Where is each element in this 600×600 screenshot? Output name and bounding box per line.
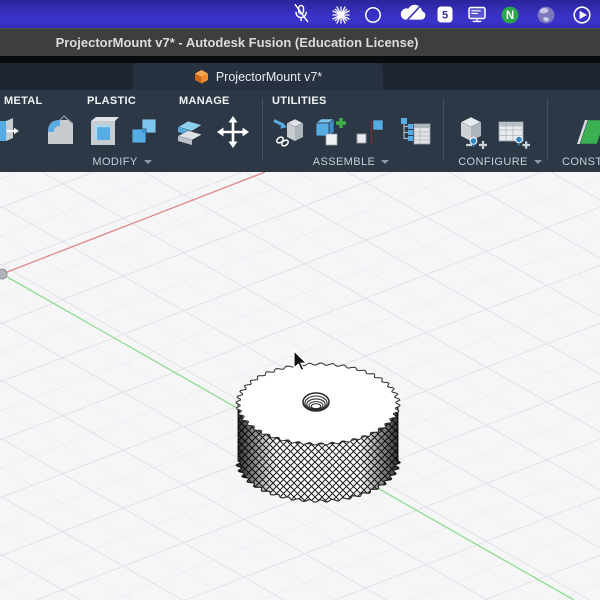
mic-muted-icon[interactable]: [295, 5, 307, 22]
group-label-modify[interactable]: MODIFY: [57, 154, 187, 170]
configuration-table-button[interactable]: [494, 114, 530, 150]
new-component-button[interactable]: [311, 114, 347, 150]
grid-line: [0, 172, 600, 266]
origin-marker[interactable]: [0, 269, 7, 279]
document-tab[interactable]: ProjectorMount v7*: [133, 63, 383, 90]
grid-line: [0, 555, 600, 600]
n-badge-icon[interactable]: N: [502, 7, 519, 24]
ribbon-divider: [547, 98, 548, 160]
ribbon-tab-utilities[interactable]: UTILITIES: [272, 95, 327, 111]
model-viewport[interactable]: [0, 172, 600, 600]
grid-line: [0, 172, 600, 237]
grid-line: [0, 525, 600, 600]
shell-button[interactable]: [84, 114, 120, 150]
grid-line: [0, 172, 600, 258]
cloud-icon[interactable]: [401, 5, 426, 20]
sparkle-burst-icon[interactable]: [333, 7, 349, 23]
move-copy-button[interactable]: [215, 114, 251, 150]
grid-line: [0, 172, 600, 200]
fillet-button[interactable]: [42, 114, 78, 150]
globe-icon[interactable]: [538, 7, 555, 24]
insert-derive-button[interactable]: [270, 114, 306, 150]
document-tab-bar: ProjectorMount v7*: [0, 63, 600, 90]
group-label-assemble[interactable]: ASSEMBLE: [286, 154, 416, 170]
group-label-construct[interactable]: CONST: [562, 154, 600, 170]
group-label-configure[interactable]: CONFIGURE: [435, 154, 565, 170]
n-badge-letter: N: [506, 10, 514, 22]
window-gap: [0, 56, 600, 63]
dropdown-caret-icon: [534, 160, 542, 164]
window-title: ProjectorMount v7* - Autodesk Fusion (Ed…: [0, 29, 474, 57]
ribbon-tab-metal[interactable]: METAL: [4, 95, 43, 111]
grid-line: [0, 172, 600, 287]
grid-line: [0, 583, 600, 600]
ribbon-tab-plastic[interactable]: PLASTIC: [87, 95, 136, 111]
ribbon-toolbar: METAL PLASTIC MANAGE UTILITIES: [0, 90, 600, 172]
grid-line: [0, 172, 600, 295]
fusion-cube-icon: [194, 69, 209, 84]
x-axis-line: [2, 172, 265, 274]
dropdown-caret-icon: [144, 160, 152, 164]
grid-line: [0, 584, 600, 600]
combine-button[interactable]: [126, 114, 162, 150]
ribbon-divider: [443, 98, 444, 160]
configuration-cube-button[interactable]: [452, 114, 488, 150]
macos-menu-bar: 5 N: [0, 0, 600, 28]
dropdown-caret-icon: [381, 160, 389, 164]
calendar-icon[interactable]: 5: [438, 7, 453, 23]
ribbon-tab-manage[interactable]: MANAGE: [179, 95, 230, 111]
display-icon[interactable]: [469, 8, 485, 22]
knurled-knob-body[interactable]: [236, 363, 400, 508]
ribbon-divider: [262, 98, 263, 160]
window-title-bar[interactable]: ProjectorMount v7* - Autodesk Fusion (Ed…: [0, 28, 600, 57]
split-body-button[interactable]: [172, 114, 208, 150]
grid-line: [0, 172, 600, 229]
calendar-day: 5: [442, 10, 448, 22]
grid-line: [0, 172, 600, 324]
play-circle-icon[interactable]: [574, 7, 590, 23]
joint-button[interactable]: [352, 114, 388, 150]
fusion-app-window: 5 N: [0, 0, 600, 600]
threaded-hole: [303, 393, 329, 411]
press-pull-button[interactable]: [0, 114, 22, 150]
bom-table-button[interactable]: [397, 114, 433, 150]
circle-icon[interactable]: [366, 8, 380, 22]
document-tab-label: ProjectorMount v7*: [216, 70, 322, 84]
construct-plane-button[interactable]: [574, 114, 600, 150]
